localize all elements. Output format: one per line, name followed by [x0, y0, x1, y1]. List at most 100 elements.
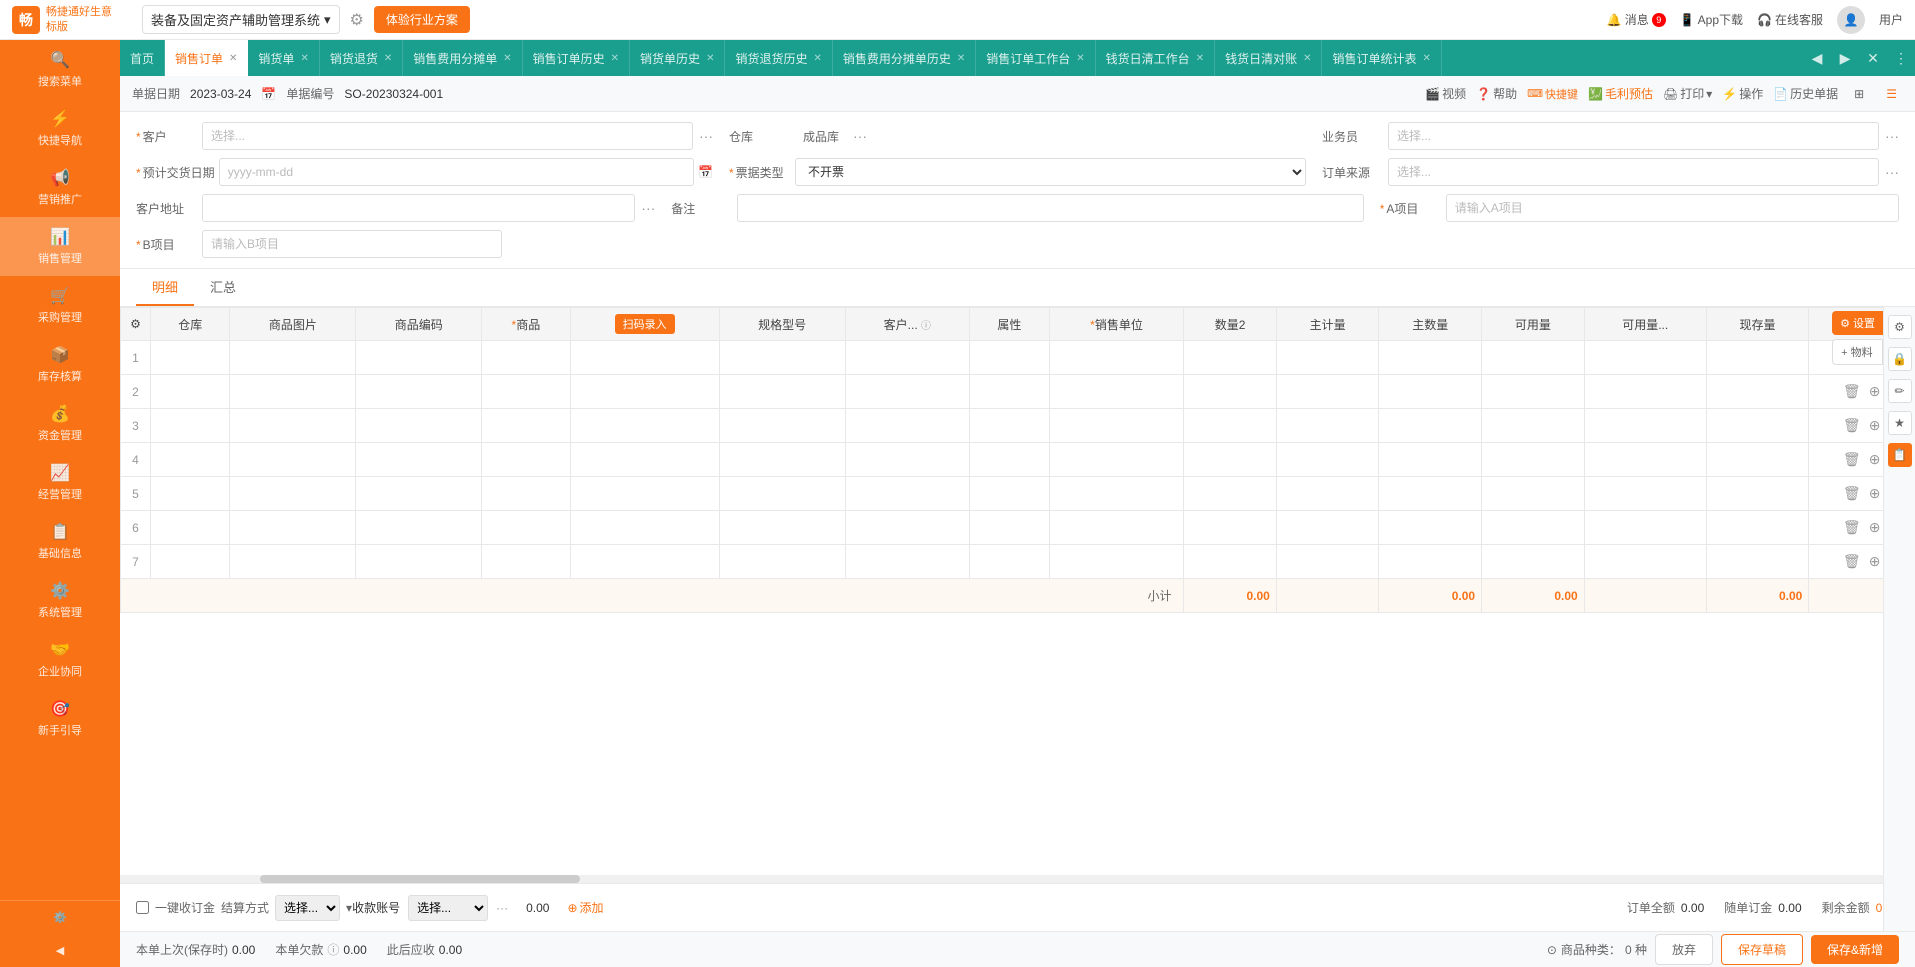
nav-more-btn[interactable]: ⋮ — [1887, 40, 1915, 76]
calendar-icon[interactable]: 📅 — [261, 87, 276, 101]
sidebar-item-basic-info[interactable]: 📋 基础信息 — [0, 512, 120, 571]
scan-btn[interactable]: 扫码录入 — [615, 314, 675, 334]
tab-return-history-close[interactable]: ✕ — [813, 53, 821, 64]
right-panel-btn-2[interactable]: 🔒 — [1888, 347, 1912, 371]
tab-order-stats-close[interactable]: ✕ — [1423, 53, 1431, 64]
b-project-input[interactable] — [202, 230, 502, 258]
app-download-button[interactable]: 📱 App下载 — [1680, 11, 1743, 28]
right-panel-btn-3[interactable]: ✏ — [1888, 379, 1912, 403]
tab-sales-invoice[interactable]: 销货单 ✕ — [248, 40, 319, 76]
row-6-delete-btn[interactable]: 🗑 — [1841, 517, 1863, 538]
add-material-btn[interactable]: + 物料 — [1832, 339, 1883, 365]
add-payment-btn[interactable]: ⊕ 添加 — [567, 899, 603, 916]
row-3-delete-btn[interactable]: 🗑 — [1841, 415, 1863, 436]
nav-close-btn[interactable]: ✕ — [1859, 40, 1887, 76]
a-project-input[interactable] — [1446, 194, 1899, 222]
right-panel-btn-1[interactable]: ⚙ — [1888, 315, 1912, 339]
row-1-attr[interactable] — [970, 341, 1049, 375]
row-2-delete-btn[interactable]: 🗑 — [1841, 381, 1863, 402]
tab-return-history[interactable]: 销货退货历史 ✕ — [725, 40, 832, 76]
gear-settings-icon[interactable]: ⚙ — [350, 10, 364, 30]
right-panel-btn-4[interactable]: ★ — [1888, 411, 1912, 435]
industry-solution-button[interactable]: 体验行业方案 — [374, 6, 470, 33]
tab-expense-split[interactable]: 销售费用分摊单 ✕ — [403, 40, 522, 76]
row-4-delete-btn[interactable]: 🗑 — [1841, 449, 1863, 470]
tab-order-workbench[interactable]: 销售订单工作台 ✕ — [976, 40, 1095, 76]
invoice-type-select[interactable]: 不开票 — [795, 158, 1306, 186]
sidebar-item-operations[interactable]: 📈 经营管理 — [0, 453, 120, 512]
row-2-warehouse[interactable] — [151, 375, 230, 409]
row-1-qty2[interactable] — [1184, 341, 1276, 375]
sidebar-item-system[interactable]: ⚙️ 系统管理 — [0, 571, 120, 630]
help-link[interactable]: ❓ 帮助 — [1476, 85, 1517, 102]
right-panel-btn-5[interactable]: 📋 — [1888, 443, 1912, 467]
tab-order-history[interactable]: 销售订单历史 ✕ — [523, 40, 630, 76]
tab-daily-workbench-close[interactable]: ✕ — [1196, 53, 1204, 64]
tab-sales-invoice-close[interactable]: ✕ — [300, 53, 308, 64]
tab-order-history-close[interactable]: ✕ — [611, 53, 619, 64]
tab-return-close[interactable]: ✕ — [384, 53, 392, 64]
sidebar-item-finance[interactable]: 💰 资金管理 — [0, 394, 120, 453]
draft-button[interactable]: 保存草稿 — [1721, 934, 1803, 965]
tab-home[interactable]: 首页 — [120, 40, 165, 76]
row-2-product[interactable] — [482, 375, 570, 409]
notice-button[interactable]: 🔔 消息 9 — [1607, 11, 1666, 28]
account-dots-btn[interactable]: ··· — [496, 901, 508, 915]
sidebar-item-quicknav[interactable]: ⚡ 快捷导航 — [0, 99, 120, 158]
auto-checkout-checkbox[interactable] — [136, 901, 149, 914]
sidebar-item-inventory[interactable]: 📦 库存核算 — [0, 335, 120, 394]
row-4-copy-btn[interactable]: ⊕ — [1867, 449, 1883, 470]
sidebar-item-marketing[interactable]: 📢 营销推广 — [0, 158, 120, 217]
note-input[interactable] — [737, 194, 1363, 222]
row-7-copy-btn[interactable]: ⊕ — [1867, 551, 1883, 572]
sidebar-collapse-btn[interactable]: ◀ — [0, 934, 120, 967]
discard-button[interactable]: 放弃 — [1655, 934, 1713, 965]
horizontal-scrollbar[interactable] — [120, 875, 1915, 883]
row-1-unit[interactable] — [1049, 341, 1184, 375]
tab-order-workbench-close[interactable]: ✕ — [1076, 53, 1084, 64]
salesperson-input[interactable] — [1388, 122, 1879, 150]
tab-detail[interactable]: 明细 — [136, 269, 194, 306]
tab-return[interactable]: 销货退货 ✕ — [320, 40, 403, 76]
layout-list-btn[interactable]: ☰ — [1880, 84, 1903, 104]
row-1-warehouse[interactable] — [151, 341, 230, 375]
row-1-code[interactable] — [356, 341, 482, 375]
sidebar-item-cooperation[interactable]: 🤝 企业协同 — [0, 630, 120, 689]
salesperson-dots-btn[interactable]: ··· — [1885, 128, 1899, 144]
row-1-main-qty[interactable] — [1379, 341, 1482, 375]
order-source-dots-btn[interactable]: ··· — [1885, 164, 1899, 180]
tab-invoice-history-close[interactable]: ✕ — [706, 53, 714, 64]
row-5-delete-btn[interactable]: 🗑 — [1841, 483, 1863, 504]
history-link[interactable]: 📄 历史单据 — [1773, 85, 1838, 102]
col-settings[interactable]: ⚙ — [121, 308, 151, 341]
row-5-copy-btn[interactable]: ⊕ — [1867, 483, 1883, 504]
sidebar-item-purchase[interactable]: 🛒 采购管理 — [0, 276, 120, 335]
tab-daily-reconcile-close[interactable]: ✕ — [1303, 53, 1311, 64]
row-1-spec[interactable] — [719, 341, 845, 375]
col-scan[interactable]: 扫码录入 — [570, 308, 719, 341]
tab-expense-history[interactable]: 销售费用分摊单历史 ✕ — [833, 40, 976, 76]
delivery-calendar-icon[interactable]: 📅 — [698, 165, 713, 179]
row-2-code[interactable] — [356, 375, 482, 409]
print-link[interactable]: 🖨 打印 ▾ — [1663, 85, 1712, 102]
profit-link[interactable]: 💹 毛利预估 — [1588, 85, 1653, 102]
user-avatar[interactable]: 👤 — [1837, 6, 1865, 34]
nav-next-btn[interactable]: ▶ — [1831, 40, 1859, 76]
shortcut-link[interactable]: ⌨ 快捷键 — [1527, 86, 1578, 102]
row-3-copy-btn[interactable]: ⊕ — [1867, 415, 1883, 436]
tab-expense-split-close[interactable]: ✕ — [503, 53, 511, 64]
column-settings-btn[interactable]: ⚙ 设置 — [1832, 311, 1883, 335]
row-1-cust-code[interactable] — [845, 341, 970, 375]
tab-daily-workbench[interactable]: 钱货日清工作台 ✕ — [1096, 40, 1215, 76]
customer-dots-btn[interactable]: ··· — [699, 128, 713, 144]
sidebar-settings-btn[interactable]: ⚙️ — [0, 901, 120, 934]
system-name-selector[interactable]: 装备及固定资产辅助管理系统 ▾ — [142, 5, 340, 34]
tab-sales-order-close[interactable]: ✕ — [229, 53, 237, 64]
operate-link[interactable]: ⚡ 操作 — [1722, 85, 1763, 102]
row-2-copy-btn[interactable]: ⊕ — [1867, 381, 1883, 402]
delivery-date-input[interactable] — [219, 158, 694, 186]
online-support-button[interactable]: 🎧 在线客服 — [1757, 11, 1823, 28]
address-input[interactable] — [202, 194, 635, 222]
save-new-button[interactable]: 保存&新增 — [1811, 935, 1899, 964]
payment-method-select[interactable]: 选择... — [275, 895, 340, 921]
